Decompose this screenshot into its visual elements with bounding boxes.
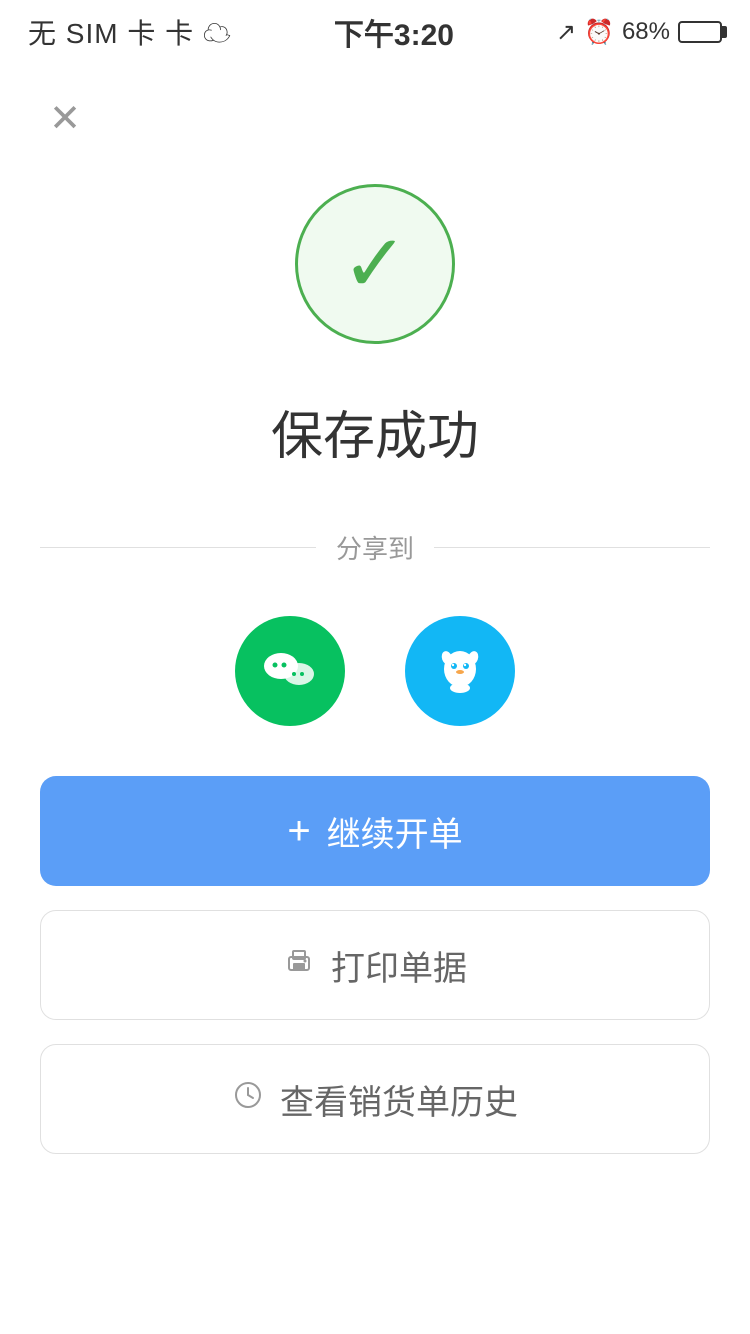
wechat-icon: [255, 636, 325, 706]
battery-icon: [678, 21, 722, 43]
success-title: 保存成功: [271, 394, 479, 469]
location-icon: ↗: [556, 18, 576, 47]
history-button[interactable]: 查看销货单历史: [40, 1044, 710, 1154]
plus-icon: +: [287, 809, 310, 854]
battery-percent: 68%: [622, 18, 670, 46]
print-icon: [283, 945, 315, 985]
divider-right: [434, 547, 710, 548]
divider-left: [40, 547, 316, 548]
success-section: ✓ 保存成功: [0, 64, 750, 529]
status-right: ↗ ⏰ 68%: [556, 18, 722, 47]
history-icon: [232, 1079, 264, 1119]
close-icon: ✕: [49, 100, 81, 138]
success-circle: ✓: [295, 184, 455, 344]
sim-text: 无 SIM 卡: [28, 18, 156, 49]
status-bar: 无 SIM 卡 卡 ☁ 下午3:20 ↗ ⏰ 68%: [0, 0, 750, 64]
print-button-label: 打印单据: [331, 941, 467, 990]
share-icons: [40, 616, 710, 726]
alarm-icon: ⏰: [584, 18, 614, 47]
checkmark-icon: ✓: [341, 224, 408, 304]
wechat-share-button[interactable]: [235, 616, 345, 726]
wifi-icon: 卡 ☁: [165, 18, 232, 49]
share-divider: 分享到: [40, 529, 710, 566]
status-time: 下午3:20: [334, 10, 454, 54]
history-button-label: 查看销货单历史: [280, 1075, 518, 1124]
close-button[interactable]: ✕: [40, 94, 90, 144]
share-label: 分享到: [336, 529, 414, 566]
continue-button-label: 继续开单: [327, 807, 463, 856]
status-left: 无 SIM 卡 卡 ☁: [28, 12, 232, 52]
share-section: 分享到: [0, 529, 750, 726]
qq-icon: [425, 636, 495, 706]
continue-button[interactable]: + 继续开单: [40, 776, 710, 886]
main-content: ✕ ✓ 保存成功 分享到: [0, 64, 750, 1334]
print-button[interactable]: 打印单据: [40, 910, 710, 1020]
qq-share-button[interactable]: [405, 616, 515, 726]
action-buttons: + 继续开单 打印单据: [0, 776, 750, 1154]
